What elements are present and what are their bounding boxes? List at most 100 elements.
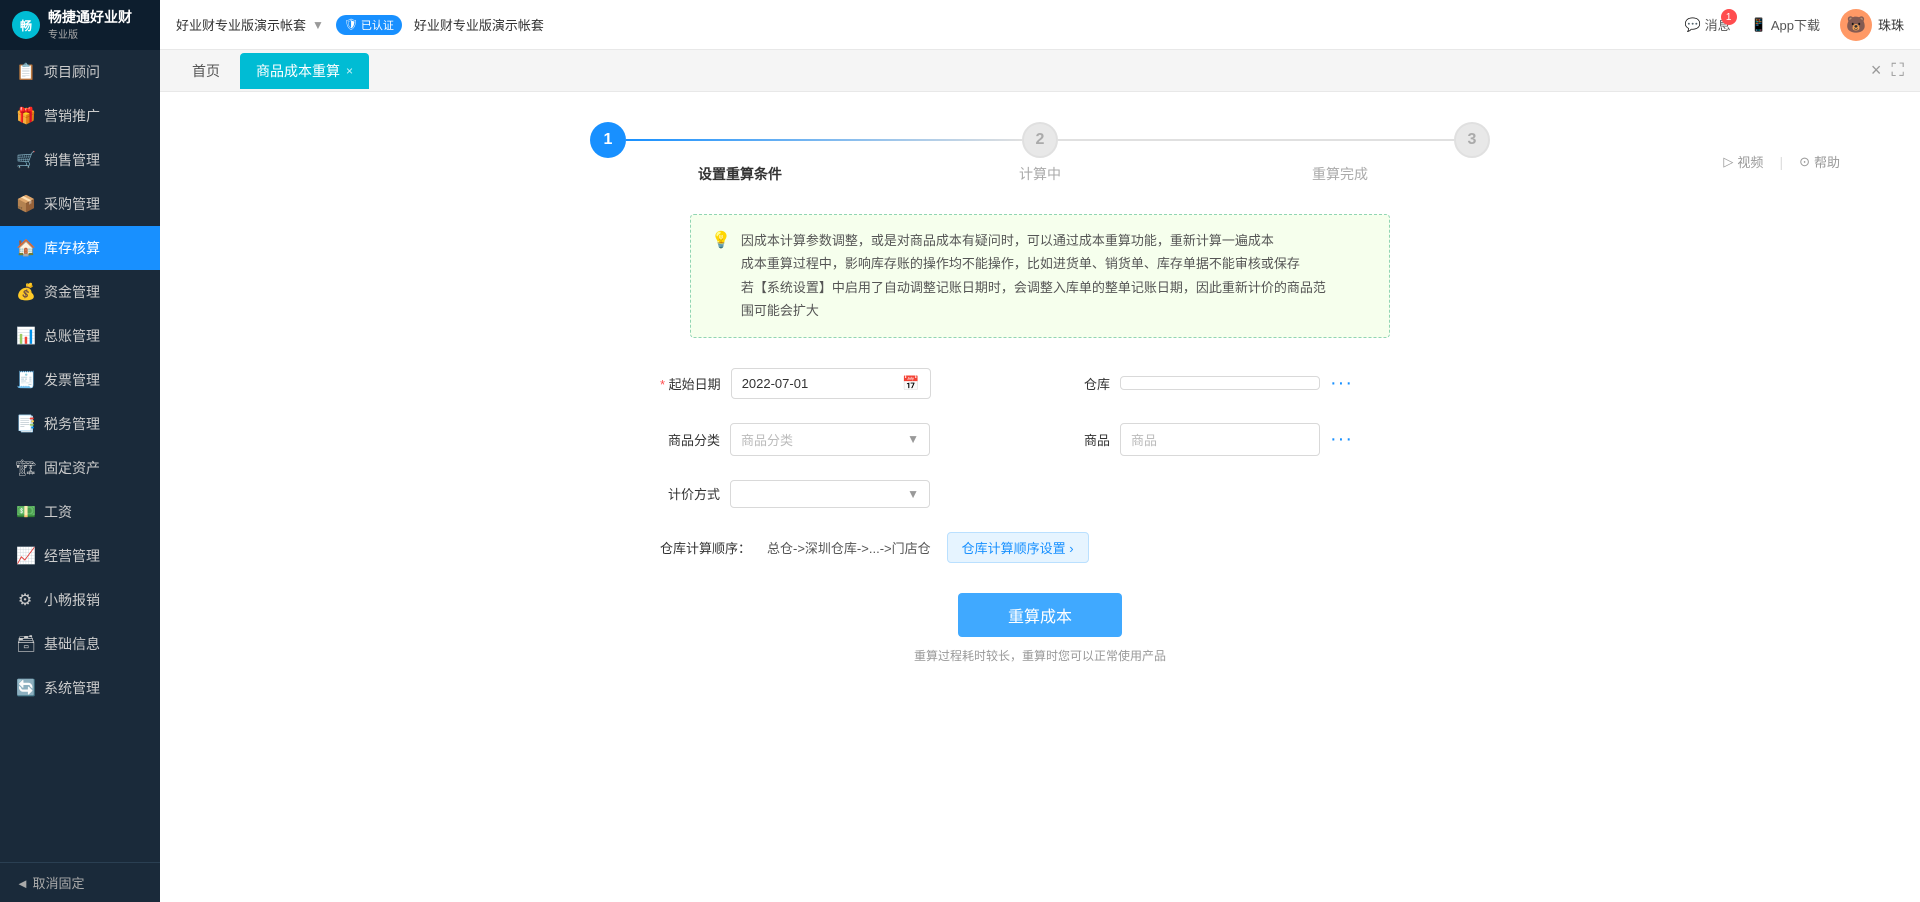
main-area: 好业财专业版演示帐套 ▼ 🛡 已认证 好业财专业版演示帐套 💬 消息 1 📱 A…	[160, 0, 1920, 902]
sidebar-item-label: 经营管理	[44, 546, 100, 566]
help-links: ▷ 视频 | ⊙ 帮助	[1723, 152, 1840, 171]
warehouse-group: 仓库 ···	[1050, 372, 1420, 395]
inventory-icon: 🏠	[16, 238, 34, 258]
sidebar-item-label: 总账管理	[44, 326, 100, 346]
pricing-label: 计价方式	[660, 484, 720, 503]
sidebar-nav: 📋项目顾问 🎁 营销推广 🛒销售管理 📦 采购管理 🏠 库存核算 💰资金管理 📊 总账管理 🧾 发票管理…	[0, 50, 160, 862]
sidebar-item-basic[interactable]: 🗃基础信息	[0, 622, 160, 666]
app-download-btn[interactable]: 📱 App下载	[1751, 15, 1820, 34]
warehouse-more-btn[interactable]: ···	[1330, 372, 1353, 395]
tax-icon: 📑	[16, 414, 34, 434]
cert-badge: 🛡 已认证	[336, 15, 402, 35]
ledger-icon: 📊	[16, 326, 34, 346]
submit-note: 重算过程耗时较长，重算时您可以正常使用产品	[914, 647, 1166, 664]
sidebar-item-marketing[interactable]: 🎁 营销推广	[0, 94, 160, 138]
sidebar-item-label: 营销推广	[44, 106, 100, 126]
sidebar-item-label: 库存核算	[44, 238, 100, 258]
sidebar-item-finance[interactable]: 💰资金管理	[0, 270, 160, 314]
app-logo: 畅	[12, 11, 40, 39]
sidebar-item-sales[interactable]: 🛒销售管理	[0, 138, 160, 182]
close-window-btn[interactable]: ×	[1871, 60, 1882, 81]
start-date-input[interactable]: 2022-07-01 📅	[731, 368, 931, 399]
message-btn[interactable]: 💬 消息 1	[1684, 15, 1730, 34]
sidebar-item-tax[interactable]: 📑税务管理	[0, 402, 160, 446]
product-group: 商品 商品 ···	[1050, 423, 1420, 456]
step-1-circle: 1	[590, 122, 626, 158]
warehouse-input[interactable]	[1120, 376, 1320, 390]
video-link[interactable]: ▷ 视频	[1723, 152, 1763, 171]
sidebar-item-purchase[interactable]: 📦 采购管理	[0, 182, 160, 226]
info-box: 💡 因成本计算参数调整，或是对商品成本有疑问时，可以通过成本重算功能，重新计算一…	[690, 214, 1390, 338]
expand-window-btn[interactable]: ⛶	[1891, 60, 1904, 81]
sidebar-item-project[interactable]: 📋项目顾问	[0, 50, 160, 94]
tab-recalc[interactable]: 商品成本重算 ×	[240, 53, 369, 89]
sidebar-item-operations[interactable]: 📈经营管理	[0, 534, 160, 578]
account-selector[interactable]: 好业财专业版演示帐套 ▼	[176, 15, 324, 34]
steps-labels: 设置重算条件 计算中 重算完成	[590, 164, 1490, 184]
finance-icon: 💰	[16, 282, 34, 302]
calendar-icon[interactable]: 📅	[902, 375, 919, 392]
step-2-label: 计算中	[890, 164, 1190, 184]
steps-section: 1 2 3	[590, 122, 1490, 184]
shield-icon: 🛡	[344, 18, 358, 31]
sidebar-item-label: 采购管理	[44, 194, 100, 214]
company-name: 好业财专业版演示帐套	[414, 15, 544, 34]
payroll-icon: 💵	[16, 502, 34, 522]
tab-home[interactable]: 首页	[176, 53, 236, 89]
sidebar-item-ledger[interactable]: 📊 总账管理	[0, 314, 160, 358]
sidebar-item-system[interactable]: 🔄系统管理	[0, 666, 160, 710]
purchase-icon: 📦	[16, 194, 34, 214]
warehouse-order-settings-btn[interactable]: 仓库计算顺序设置 ›	[947, 532, 1089, 563]
sidebar: 畅 畅捷通好业财 专业版 📋项目顾问 🎁 营销推广 🛒销售管理 📦 采购管理 🏠 库存核算 💰资…	[0, 0, 160, 902]
pricing-select[interactable]: ▼	[730, 480, 930, 508]
account-dropdown-icon: ▼	[312, 18, 324, 32]
sidebar-item-label: 工资	[44, 502, 72, 522]
sidebar-item-expense[interactable]: ⚙小畅报销	[0, 578, 160, 622]
marketing-icon: 🎁	[16, 106, 34, 126]
sidebar-item-inventory[interactable]: 🏠 库存核算	[0, 226, 160, 270]
app-edition: 专业版	[48, 26, 132, 41]
step-2-circle: 2	[1022, 122, 1058, 158]
sidebar-item-label: 基础信息	[44, 634, 100, 654]
sidebar-item-label: 发票管理	[44, 370, 100, 390]
start-date-label: 起始日期	[660, 374, 721, 393]
category-select[interactable]: 商品分类 ▼	[730, 423, 930, 456]
product-more-btn[interactable]: ···	[1330, 428, 1353, 451]
help-link[interactable]: ⊙ 帮助	[1799, 152, 1840, 171]
app-download-label: App下载	[1771, 15, 1820, 34]
form-row-1: 起始日期 2022-07-01 📅 仓库 ···	[660, 368, 1420, 399]
step-line-2	[1058, 139, 1454, 141]
warehouse-order-label: 仓库计算顺序：	[660, 538, 751, 557]
step-3-label: 重算完成	[1190, 164, 1490, 184]
user-menu[interactable]: 🐻 珠珠	[1840, 9, 1904, 41]
step-3: 3	[1454, 122, 1490, 158]
phone-icon: 📱	[1751, 17, 1767, 33]
step-line-1	[626, 139, 1022, 141]
tab-close-icon[interactable]: ×	[346, 64, 353, 78]
product-input[interactable]: 商品	[1120, 423, 1320, 456]
sidebar-item-assets[interactable]: 🏗固定资产	[0, 446, 160, 490]
sidebar-item-label: 系统管理	[44, 678, 100, 698]
warehouse-label: 仓库	[1050, 374, 1110, 393]
topbar: 好业财专业版演示帐套 ▼ 🛡 已认证 好业财专业版演示帐套 💬 消息 1 📱 A…	[160, 0, 1920, 50]
form-row-3: 计价方式 ▼	[660, 480, 1420, 508]
tabbar: 首页 商品成本重算 × × ⛶	[160, 50, 1920, 92]
sidebar-header: 畅 畅捷通好业财 专业版	[0, 0, 160, 50]
info-content: 因成本计算参数调整，或是对商品成本有疑问时，可以通过成本重算功能，重新计算一遍成…	[741, 229, 1326, 323]
pricing-group: 计价方式 ▼	[660, 480, 1030, 508]
sidebar-item-invoice[interactable]: 🧾 发票管理	[0, 358, 160, 402]
category-group: 商品分类 商品分类 ▼	[660, 423, 1030, 456]
category-arrow-icon: ▼	[907, 432, 919, 446]
topbar-right: 💬 消息 1 📱 App下载 🐻 珠珠	[1684, 9, 1904, 41]
pricing-arrow-icon: ▼	[907, 487, 919, 501]
submit-btn[interactable]: 重算成本	[958, 593, 1122, 637]
sidebar-pin-toggle[interactable]: ◄ 取消固定	[0, 862, 160, 902]
start-date-group: 起始日期 2022-07-01 📅	[660, 368, 1030, 399]
assets-icon: 🏗	[16, 458, 34, 478]
video-label: 视频	[1737, 152, 1763, 171]
avatar: 🐻	[1840, 9, 1872, 41]
form-section: 起始日期 2022-07-01 📅 仓库 ···	[640, 368, 1440, 664]
sidebar-item-label: 小畅报销	[44, 590, 100, 610]
invoice-icon: 🧾	[16, 370, 34, 390]
sidebar-item-payroll[interactable]: 💵 工资	[0, 490, 160, 534]
